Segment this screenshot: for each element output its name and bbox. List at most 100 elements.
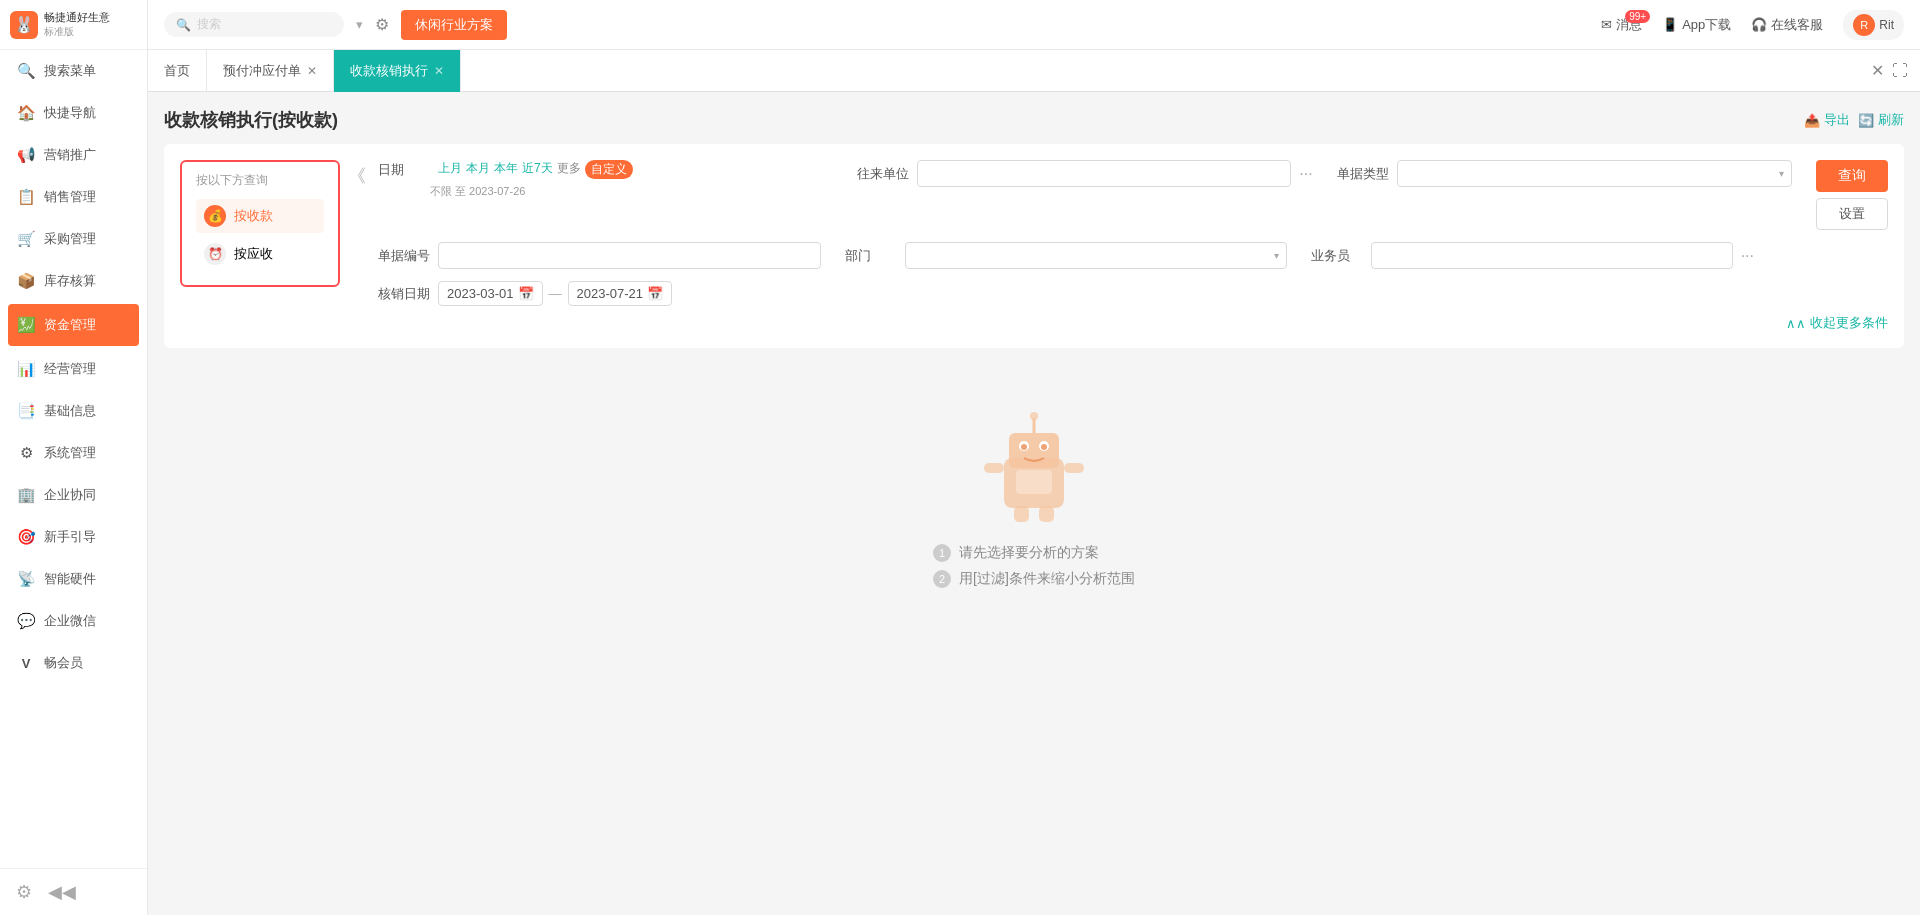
service-label: 在线客服 (1771, 16, 1823, 34)
topbar-search[interactable]: 🔍 搜索 (164, 12, 344, 37)
filter-docno-field: 单据编号 (378, 242, 821, 269)
app-name: 畅捷通好生意 (44, 10, 110, 24)
enterprise-icon: 🏢 (16, 485, 36, 505)
sidebar-item-inventory[interactable]: 📦 库存核算 (0, 260, 147, 302)
staff-more-icon[interactable]: ··· (1741, 247, 1754, 265)
topbar-user[interactable]: R Rit (1843, 10, 1904, 40)
date-this-year[interactable]: 本年 (494, 160, 518, 179)
sidebar-item-label: 智能硬件 (44, 570, 96, 588)
collapse-more-button[interactable]: ∧∧ 收起更多条件 (1786, 314, 1888, 332)
settings-button[interactable]: 设置 (1816, 198, 1888, 230)
tab-prepay[interactable]: 预付冲应付单 ✕ (207, 50, 334, 92)
filter-option-by-receipt[interactable]: 💰 按收款 (196, 199, 324, 233)
sidebar-item-search[interactable]: 🔍 搜索菜单 (0, 50, 147, 92)
sidebar-item-guide[interactable]: 🎯 新手引导 (0, 516, 147, 558)
sidebar-item-label: 企业微信 (44, 612, 96, 630)
svg-rect-1 (1009, 433, 1059, 468)
date-7days[interactable]: 近7天 (522, 160, 553, 179)
refresh-icon: 🔄 (1858, 113, 1874, 128)
sidebar-item-system[interactable]: ⚙ 系统管理 (0, 432, 147, 474)
inventory-icon: 📦 (16, 271, 36, 291)
tab-close-button[interactable]: ✕ (1871, 61, 1884, 80)
collapse-sidebar-icon[interactable]: ◀◀ (48, 881, 76, 903)
empty-tip-1: 1 请先选择要分析的方案 (933, 544, 1135, 562)
filter-form-area: 日期 上月 本月 本年 近7天 更多 自定义 不限 至 2023-0 (378, 160, 1888, 332)
sidebar-item-operation[interactable]: 📊 经营管理 (0, 348, 147, 390)
filter-doctype-field: 单据类型 ▾ (1337, 160, 1792, 187)
filter-option-by-receivable[interactable]: ⏰ 按应收 (196, 237, 324, 271)
date-more[interactable]: 更多 (557, 160, 581, 179)
search-placeholder: 搜索 (197, 16, 221, 33)
sidebar-item-sales[interactable]: 📋 销售管理 (0, 176, 147, 218)
staff-input[interactable] (1371, 242, 1732, 269)
tip-2-text: 用[过滤]条件来缩小分析范围 (959, 570, 1135, 588)
doctype-select[interactable] (1397, 160, 1792, 187)
sidebar-item-marketing[interactable]: 📢 营销推广 (0, 134, 147, 176)
content-area: 收款核销执行(按收款) 📤 导出 🔄 刷新 按以下方查询 💰 (148, 92, 1920, 915)
svg-rect-9 (1064, 463, 1084, 473)
topbar-online-service[interactable]: 🎧 在线客服 (1751, 16, 1823, 34)
sidebar-item-quick-nav[interactable]: 🏠 快捷导航 (0, 92, 147, 134)
filter-action-buttons: 查询 设置 (1816, 160, 1888, 230)
search-icon: 🔍 (16, 61, 36, 81)
svg-point-7 (1030, 412, 1038, 420)
tab-receivable-close[interactable]: ✕ (434, 64, 444, 78)
empty-tips: 1 请先选择要分析的方案 2 用[过滤]条件来缩小分析范围 (933, 544, 1135, 588)
app-logo: 🐰 畅捷通好生意 标准版 (0, 0, 147, 50)
tab-prepay-close[interactable]: ✕ (307, 64, 317, 78)
tab-prepay-label: 预付冲应付单 (223, 62, 301, 80)
filter-panel-title: 按以下方查询 (196, 172, 324, 189)
purchase-icon: 🛒 (16, 229, 36, 249)
empty-illustration (974, 408, 1094, 528)
partner-input[interactable] (917, 160, 1291, 187)
sidebar-nav: 🔍 搜索菜单 🏠 快捷导航 📢 营销推广 📋 销售管理 🛒 采购管理 📦 库存核… (0, 50, 147, 868)
message-badge: 99+ (1625, 10, 1650, 23)
verify-date-start-picker[interactable]: 2023-03-01 📅 (438, 281, 543, 306)
tab-home[interactable]: 首页 (148, 50, 207, 92)
tab-actions: ✕ ⛶ (1859, 61, 1920, 80)
docno-input[interactable] (438, 242, 821, 269)
app-label: App下载 (1682, 16, 1731, 34)
page-actions: 📤 导出 🔄 刷新 (1804, 111, 1904, 129)
sidebar-item-wechat[interactable]: 💬 企业微信 (0, 600, 147, 642)
sidebar-item-basic-info[interactable]: 📑 基础信息 (0, 390, 147, 432)
topbar-right: ✉ 消息 99+ 📱 App下载 🎧 在线客服 R Rit (1601, 10, 1904, 40)
export-icon: 📤 (1804, 113, 1820, 128)
query-button[interactable]: 查询 (1816, 160, 1888, 192)
filter-date-range: 2023-03-01 📅 — 2023-07-21 📅 (438, 281, 672, 306)
collapse-more-label: 收起更多条件 (1810, 314, 1888, 332)
user-avatar: R (1853, 14, 1875, 36)
export-button[interactable]: 📤 导出 (1804, 111, 1850, 129)
date-last-month[interactable]: 上月 (438, 160, 462, 179)
sidebar-item-purchase[interactable]: 🛒 采购管理 (0, 218, 147, 260)
tab-fullscreen-button[interactable]: ⛶ (1892, 62, 1908, 80)
topbar-dropdown-icon[interactable]: ▾ (356, 17, 363, 32)
sidebar-item-member[interactable]: V 畅会员 (0, 642, 147, 684)
date-this-month[interactable]: 本月 (466, 160, 490, 179)
topbar-gear-icon[interactable]: ⚙ (375, 15, 389, 34)
refresh-label: 刷新 (1878, 111, 1904, 129)
date-custom[interactable]: 自定义 (585, 160, 633, 179)
sidebar-item-enterprise[interactable]: 🏢 企业协同 (0, 474, 147, 516)
sidebar-item-label: 搜索菜单 (44, 62, 96, 80)
dept-select[interactable] (905, 242, 1288, 269)
collapse-filter-button[interactable]: 《 (348, 164, 366, 188)
member-icon: V (16, 653, 36, 673)
sidebar-item-finance[interactable]: 💹 资金管理 (8, 304, 139, 346)
topbar-message[interactable]: ✉ 消息 99+ (1601, 16, 1642, 34)
topbar-app-download[interactable]: 📱 App下载 (1662, 16, 1731, 34)
refresh-button[interactable]: 🔄 刷新 (1858, 111, 1904, 129)
sidebar-item-label: 库存核算 (44, 272, 96, 290)
date-unlimited: 不限 至 2023-07-26 (430, 185, 525, 197)
tip-1-text: 请先选择要分析的方案 (959, 544, 1099, 562)
settings-icon[interactable]: ⚙ (16, 881, 32, 903)
sidebar-item-hardware[interactable]: 📡 智能硬件 (0, 558, 147, 600)
basic-info-icon: 📑 (16, 401, 36, 421)
solution-button[interactable]: 休闲行业方案 (401, 10, 507, 40)
tab-receivable[interactable]: 收款核销执行 ✕ (334, 50, 461, 92)
partner-more-icon[interactable]: ··· (1299, 165, 1312, 183)
svg-point-4 (1021, 444, 1027, 450)
sidebar-item-label: 经营管理 (44, 360, 96, 378)
verify-date-end-picker[interactable]: 2023-07-21 📅 (568, 281, 673, 306)
filter-row-3: 核销日期 2023-03-01 📅 — 2023-07-21 📅 (378, 281, 1888, 306)
